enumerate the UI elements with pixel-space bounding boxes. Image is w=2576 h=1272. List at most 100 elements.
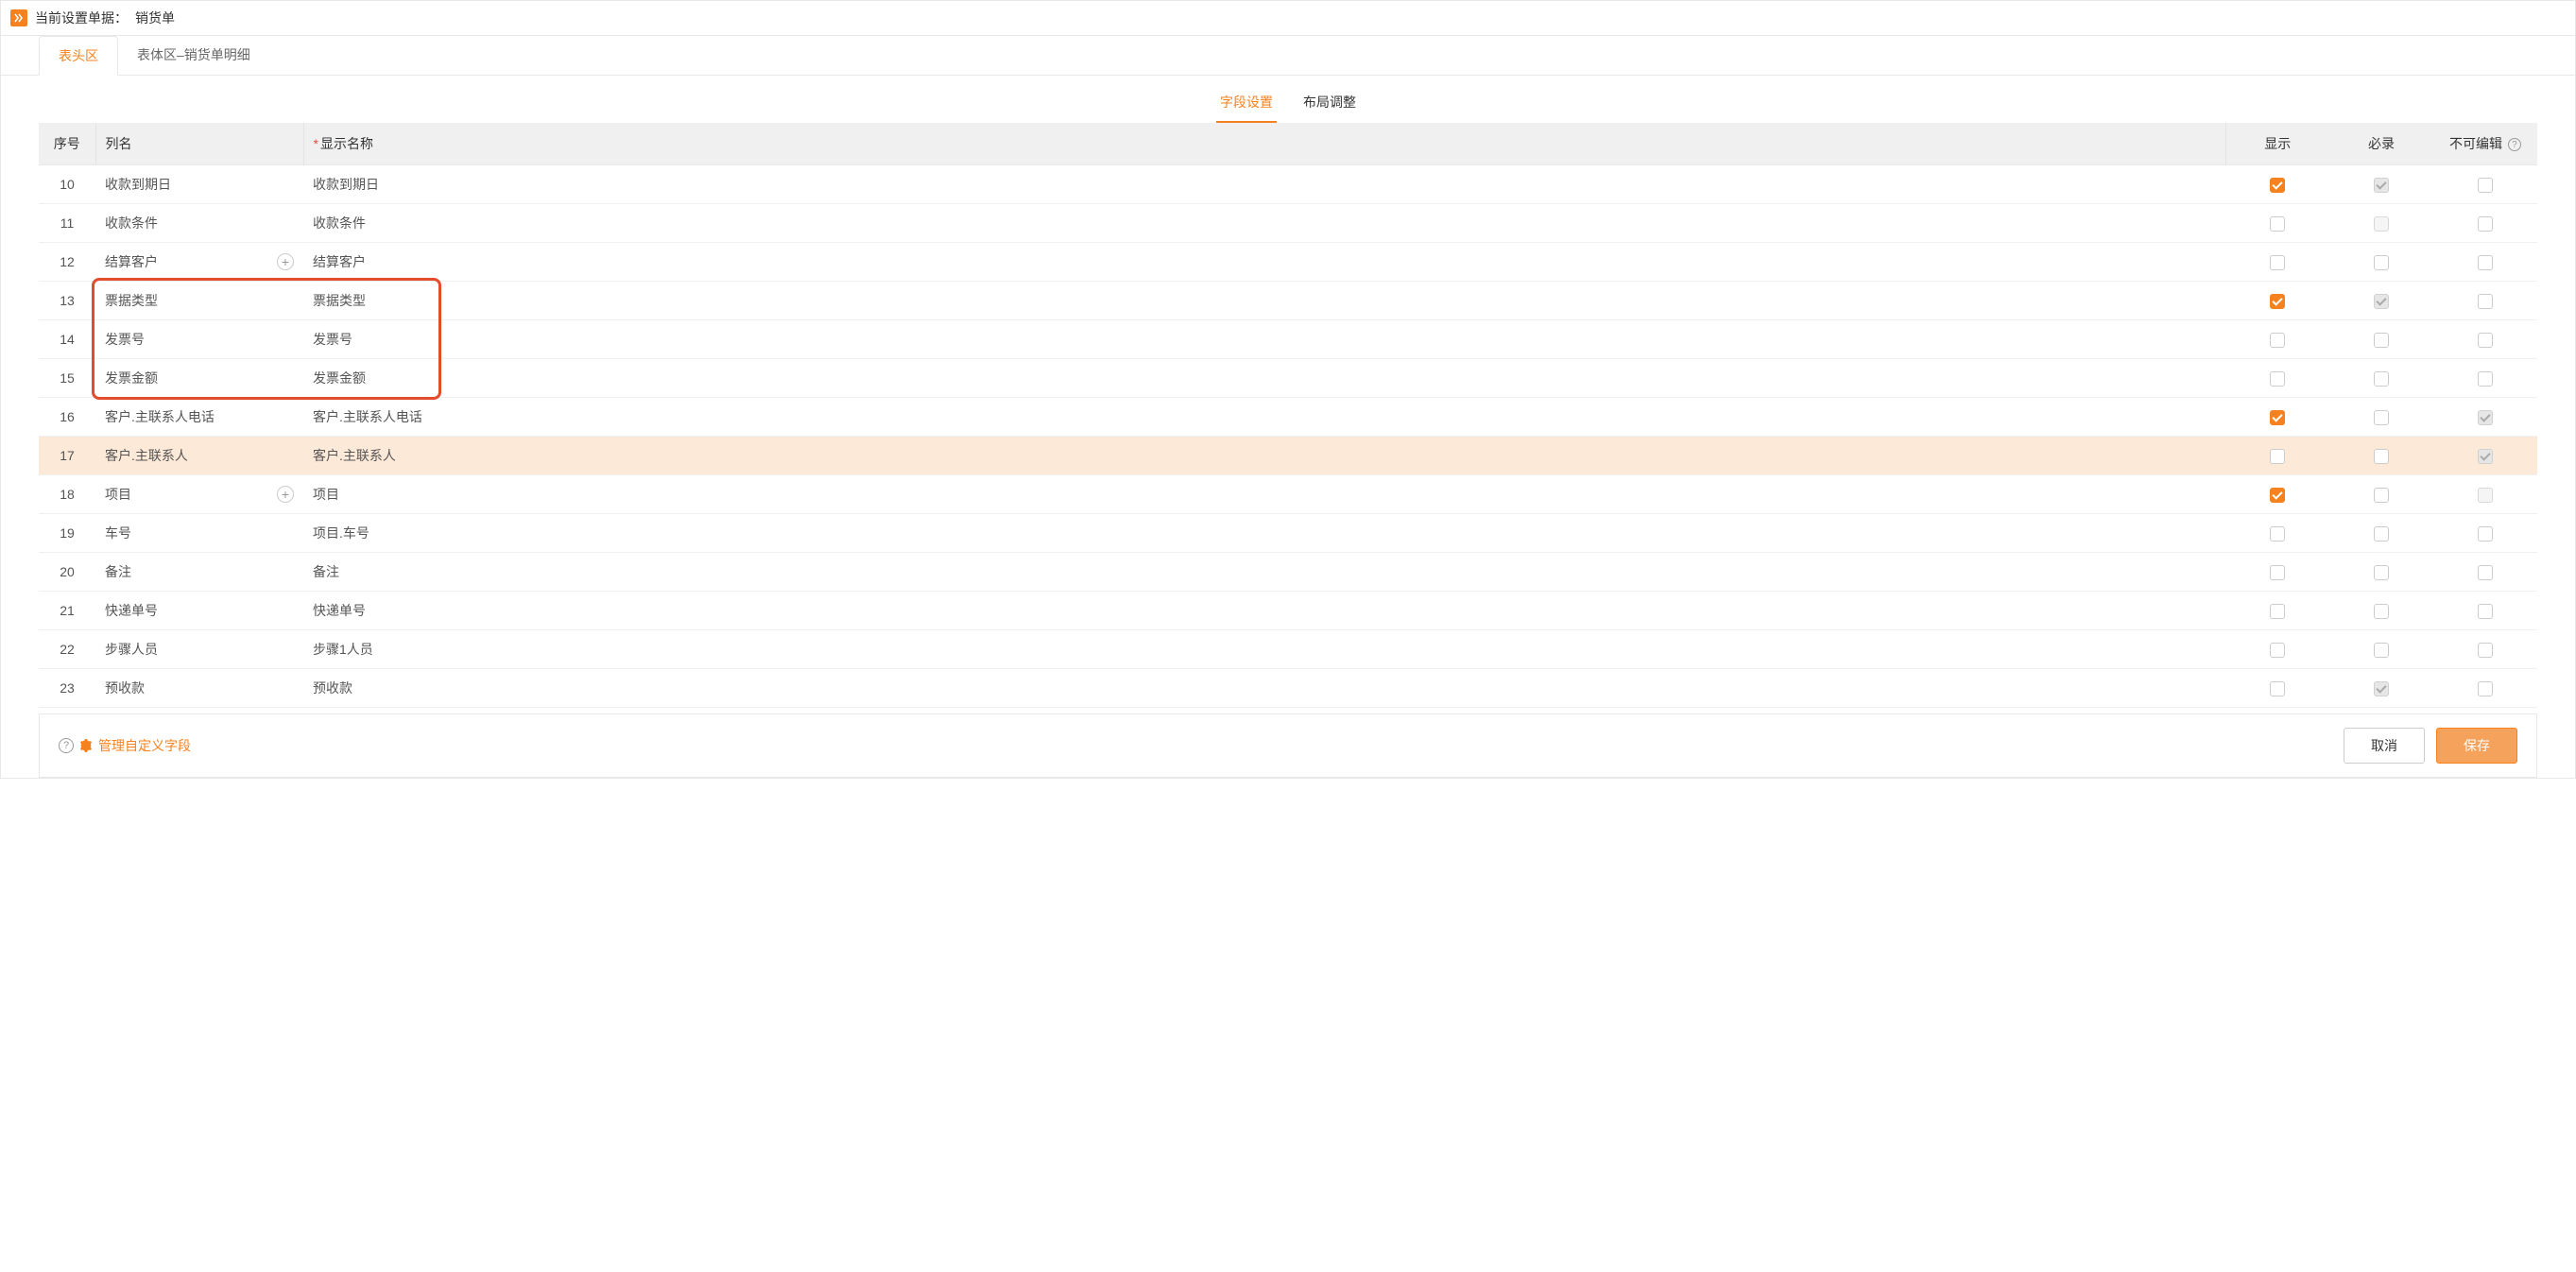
displayname-cell[interactable]: 结算客户 [303, 243, 2225, 282]
required-checkbox[interactable] [2374, 333, 2389, 348]
seq-cell: 18 [39, 475, 95, 514]
readonly-checkbox[interactable] [2478, 526, 2493, 541]
readonly-cell [2433, 630, 2537, 669]
table-row[interactable]: 20备注备注 [39, 553, 2537, 592]
seq-cell: 15 [39, 359, 95, 398]
displayname-cell[interactable]: 发票金额 [303, 359, 2225, 398]
required-checkbox[interactable] [2374, 488, 2389, 503]
help-icon[interactable]: ? [59, 738, 74, 753]
seq-cell: 20 [39, 553, 95, 592]
show-checkbox[interactable] [2270, 681, 2285, 696]
add-subfield-button[interactable]: + [277, 253, 294, 270]
displayname-cell[interactable]: 发票号 [303, 320, 2225, 359]
add-subfield-button[interactable]: + [277, 486, 294, 503]
displayname-cell[interactable]: 收款条件 [303, 204, 2225, 243]
table-row[interactable]: 23预收款预收款 [39, 669, 2537, 708]
readonly-checkbox[interactable] [2478, 565, 2493, 580]
show-checkbox[interactable] [2270, 643, 2285, 658]
secondary-tab-0[interactable]: 字段设置 [1216, 87, 1277, 123]
colname-text: 预收款 [105, 679, 145, 697]
displayname-cell[interactable]: 票据类型 [303, 282, 2225, 320]
colname-text: 收款条件 [105, 214, 158, 232]
table-row[interactable]: 13票据类型票据类型 [39, 282, 2537, 320]
footer-bar: ? 管理自定义字段 取消 保存 [39, 713, 2537, 778]
table-row[interactable]: 18项目+项目 [39, 475, 2537, 514]
show-checkbox[interactable] [2270, 565, 2285, 580]
readonly-checkbox[interactable] [2478, 604, 2493, 619]
readonly-checkbox [2478, 449, 2493, 464]
table-row[interactable]: 15发票金额发票金额 [39, 359, 2537, 398]
save-button[interactable]: 保存 [2436, 728, 2517, 764]
required-checkbox[interactable] [2374, 526, 2389, 541]
show-checkbox[interactable] [2270, 294, 2285, 309]
show-checkbox[interactable] [2270, 216, 2285, 232]
readonly-cell [2433, 437, 2537, 475]
cancel-button[interactable]: 取消 [2344, 728, 2425, 764]
readonly-cell [2433, 669, 2537, 708]
colname-text: 结算客户 [105, 252, 158, 271]
displayname-cell[interactable]: 项目 [303, 475, 2225, 514]
required-checkbox[interactable] [2374, 255, 2389, 270]
show-checkbox[interactable] [2270, 255, 2285, 270]
readonly-checkbox[interactable] [2478, 255, 2493, 270]
colname-text: 车号 [105, 524, 131, 542]
col-header-colname: 列名 [95, 123, 303, 165]
show-checkbox[interactable] [2270, 488, 2285, 503]
readonly-checkbox[interactable] [2478, 216, 2493, 232]
show-checkbox[interactable] [2270, 449, 2285, 464]
readonly-cell [2433, 165, 2537, 204]
table-row[interactable]: 17客户.主联系人客户.主联系人 [39, 437, 2537, 475]
displayname-cell[interactable]: 预收款 [303, 669, 2225, 708]
table-row[interactable]: 16客户.主联系人电话客户.主联系人电话 [39, 398, 2537, 437]
required-checkbox[interactable] [2374, 604, 2389, 619]
readonly-checkbox[interactable] [2478, 643, 2493, 658]
primary-tab-0[interactable]: 表头区 [39, 36, 118, 76]
displayname-cell[interactable]: 步骤1人员 [303, 630, 2225, 669]
manage-custom-fields-link[interactable]: 管理自定义字段 [98, 736, 191, 755]
table-row[interactable]: 10收款到期日收款到期日 [39, 165, 2537, 204]
colname-cell: 备注 [95, 553, 303, 592]
show-checkbox[interactable] [2270, 604, 2285, 619]
table-row[interactable]: 19车号项目.车号 [39, 514, 2537, 553]
readonly-cell [2433, 320, 2537, 359]
show-checkbox[interactable] [2270, 526, 2285, 541]
table-row[interactable]: 21快递单号快递单号 [39, 592, 2537, 630]
secondary-tabs: 字段设置布局调整 [1, 76, 2575, 123]
readonly-checkbox[interactable] [2478, 294, 2493, 309]
displayname-cell[interactable]: 客户.主联系人 [303, 437, 2225, 475]
seq-cell: 13 [39, 282, 95, 320]
displayname-cell[interactable]: 收款到期日 [303, 165, 2225, 204]
show-cell [2225, 437, 2329, 475]
required-checkbox[interactable] [2374, 643, 2389, 658]
help-icon[interactable]: ? [2508, 138, 2521, 151]
colname-cell: 结算客户 + [95, 243, 303, 282]
displayname-cell[interactable]: 快递单号 [303, 592, 2225, 630]
displayname-cell[interactable]: 项目.车号 [303, 514, 2225, 553]
table-row[interactable]: 12结算客户+结算客户 [39, 243, 2537, 282]
displayname-cell[interactable]: 客户.主联系人电话 [303, 398, 2225, 437]
required-checkbox[interactable] [2374, 371, 2389, 387]
displayname-cell[interactable]: 备注 [303, 553, 2225, 592]
required-checkbox[interactable] [2374, 449, 2389, 464]
readonly-checkbox[interactable] [2478, 333, 2493, 348]
show-checkbox[interactable] [2270, 333, 2285, 348]
seq-cell: 11 [39, 204, 95, 243]
show-checkbox[interactable] [2270, 410, 2285, 425]
required-checkbox[interactable] [2374, 565, 2389, 580]
required-checkbox[interactable] [2374, 410, 2389, 425]
table-row[interactable]: 14发票号发票号 [39, 320, 2537, 359]
readonly-checkbox [2478, 488, 2493, 503]
table-row[interactable]: 11 收款条件 收款条件 [39, 204, 2537, 243]
required-cell [2329, 398, 2433, 437]
readonly-checkbox[interactable] [2478, 178, 2493, 193]
readonly-checkbox[interactable] [2478, 681, 2493, 696]
primary-tab-1[interactable]: 表体区–销货单明细 [118, 36, 269, 75]
readonly-checkbox[interactable] [2478, 371, 2493, 387]
expand-panel-button[interactable] [10, 9, 27, 26]
secondary-tab-1[interactable]: 布局调整 [1299, 87, 1360, 123]
show-cell [2225, 243, 2329, 282]
show-checkbox[interactable] [2270, 371, 2285, 387]
table-row[interactable]: 22步骤人员步骤1人员 [39, 630, 2537, 669]
show-checkbox[interactable] [2270, 178, 2285, 193]
readonly-cell [2433, 398, 2537, 437]
